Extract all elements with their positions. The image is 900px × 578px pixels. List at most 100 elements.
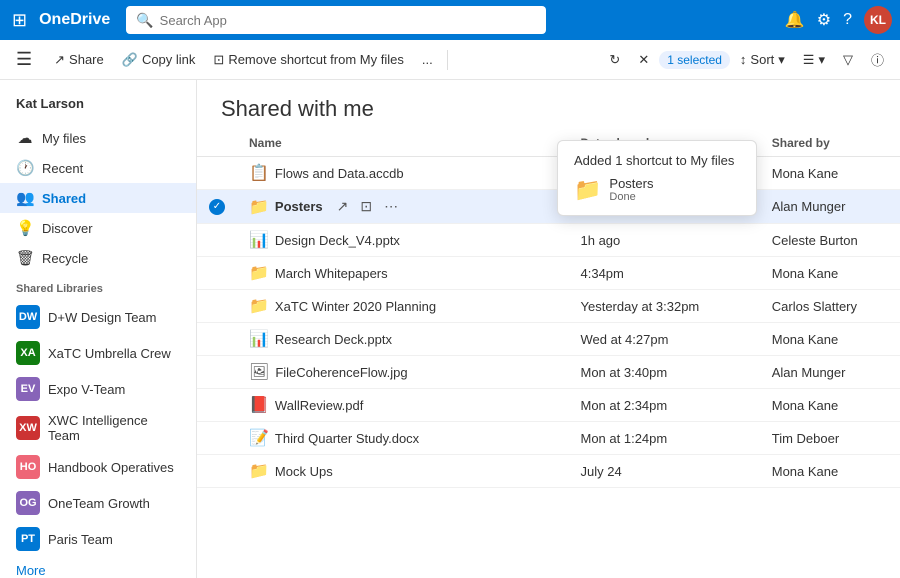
- sidebar-item-recycle[interactable]: 🗑 Recycle: [0, 243, 196, 273]
- row-shared-by: Celeste Burton: [760, 224, 900, 257]
- file-type-icon: 🖼: [249, 362, 269, 382]
- row-name-cell[interactable]: 🖼 FileCoherenceFlow.jpg: [237, 356, 569, 389]
- file-type-icon: 📁: [249, 197, 269, 217]
- sidebar-item-my-files[interactable]: ☁ My files: [0, 123, 196, 153]
- copy-link-button[interactable]: 🔗 Copy link: [114, 48, 204, 72]
- table-row[interactable]: 📕 WallReview.pdf Mon at 2:34pm Mona Kane: [197, 389, 900, 422]
- sidebar-item-og[interactable]: OG OneTeam Growth: [0, 485, 196, 521]
- row-name-cell[interactable]: 📊 Design Deck_V4.pptx: [237, 224, 569, 257]
- file-type-icon: 📋: [249, 163, 269, 183]
- row-name-cell[interactable]: 📕 WallReview.pdf: [237, 389, 569, 422]
- row-date: 1h ago: [569, 224, 760, 257]
- row-name-cell[interactable]: 📋 Flows and Data.accdb: [237, 157, 569, 190]
- bell-icon[interactable]: 🔔: [785, 10, 805, 30]
- avatar[interactable]: KL: [864, 6, 892, 34]
- file-table: Name Date shared ↓ Shared by 📋: [197, 130, 900, 488]
- row-checkbox-cell[interactable]: [197, 257, 237, 290]
- more-button[interactable]: ...: [414, 48, 441, 71]
- row-checkbox-cell[interactable]: ✓: [197, 190, 237, 224]
- delete-button[interactable]: ✕: [630, 48, 657, 72]
- sidebar: Kat Larson ☁ My files 🕐 Recent 👥 Shared …: [0, 80, 197, 578]
- row-checkbox-cell[interactable]: [197, 157, 237, 190]
- table-row[interactable]: 📊 Design Deck_V4.pptx 1h ago Celeste Bur…: [197, 224, 900, 257]
- share-button[interactable]: ↗ Share: [46, 48, 112, 72]
- search-input[interactable]: [160, 13, 537, 28]
- check-icon: ✓: [213, 201, 221, 212]
- more-link[interactable]: More: [0, 557, 196, 578]
- table-row[interactable]: 📝 Third Quarter Study.docx Mon at 1:24pm…: [197, 422, 900, 455]
- file-name: XaTC Winter 2020 Planning: [275, 299, 436, 314]
- row-actions: ↗ ⊡ ⋯: [333, 196, 402, 217]
- sidebar-item-discover[interactable]: 💡 Discover: [0, 213, 196, 243]
- search-bar[interactable]: 🔍: [126, 6, 546, 34]
- search-icon: 🔍: [136, 12, 153, 29]
- view-toggle-button[interactable]: ☰ ▾: [795, 48, 833, 72]
- checkbox-checked[interactable]: ✓: [209, 199, 225, 215]
- row-shared-by: Mona Kane: [760, 323, 900, 356]
- row-date: Wed at 4:27pm: [569, 323, 760, 356]
- row-date: Mon at 3:40pm: [569, 356, 760, 389]
- row-checkbox-cell[interactable]: [197, 224, 237, 257]
- table-row[interactable]: 📁 XaTC Winter 2020 Planning Yesterday at…: [197, 290, 900, 323]
- commandbar: ☰ ↗ Share 🔗 Copy link ⊡ Remove shortcut …: [0, 40, 900, 80]
- tooltip-item: 📁 Posters Done: [574, 176, 740, 203]
- row-name-cell[interactable]: 📁 March Whitepapers: [237, 257, 569, 290]
- lib-icon-ev: EV: [16, 377, 40, 401]
- sidebar-item-pt[interactable]: PT Paris Team: [0, 521, 196, 557]
- row-checkbox-cell[interactable]: [197, 323, 237, 356]
- row-shared-by: Mona Kane: [760, 455, 900, 488]
- file-type-icon: 📁: [249, 461, 269, 481]
- th-name[interactable]: Name: [237, 130, 569, 157]
- sidebar-item-xwc[interactable]: XW XWC Intelligence Team: [0, 407, 196, 449]
- row-checkbox-cell[interactable]: [197, 356, 237, 389]
- sort-icon: ↕: [740, 52, 747, 67]
- main-layout: Kat Larson ☁ My files 🕐 Recent 👥 Shared …: [0, 80, 900, 578]
- share-icon: ↗: [54, 52, 65, 68]
- lib-icon-og: OG: [16, 491, 40, 515]
- sidebar-item-dw[interactable]: DW D+W Design Team: [0, 299, 196, 335]
- remove-shortcut-button[interactable]: ⊡ Remove shortcut from My files: [205, 48, 411, 72]
- row-checkbox-cell[interactable]: [197, 290, 237, 323]
- row-name-cell[interactable]: 📊 Research Deck.pptx: [237, 323, 569, 356]
- file-type-icon: 📁: [249, 263, 269, 283]
- row-checkbox-cell[interactable]: [197, 422, 237, 455]
- lib-icon-pt: PT: [16, 527, 40, 551]
- settings-icon[interactable]: ⚙: [817, 10, 831, 30]
- lib-icon-dw: DW: [16, 305, 40, 329]
- sidebar-item-xatc[interactable]: XA XaTC Umbrella Crew: [0, 335, 196, 371]
- refresh-button[interactable]: ↻: [601, 48, 628, 72]
- row-shortcut-icon[interactable]: ⊡: [356, 196, 376, 217]
- table-row[interactable]: 📊 Research Deck.pptx Wed at 4:27pm Mona …: [197, 323, 900, 356]
- row-more-icon[interactable]: ⋯: [380, 196, 402, 217]
- filter-button[interactable]: ▽: [835, 48, 861, 72]
- help-icon[interactable]: ?: [843, 11, 852, 29]
- libraries-section-header: Shared Libraries: [0, 273, 196, 299]
- row-name-cell[interactable]: 📝 Third Quarter Study.docx: [237, 422, 569, 455]
- info-button[interactable]: ⓘ: [863, 46, 892, 73]
- row-checkbox-cell[interactable]: [197, 389, 237, 422]
- file-name: FileCoherenceFlow.jpg: [275, 365, 407, 380]
- row-name-cell[interactable]: 📁 XaTC Winter 2020 Planning: [237, 290, 569, 323]
- sidebar-item-recent[interactable]: 🕐 Recent: [0, 153, 196, 183]
- table-row[interactable]: 📁 March Whitepapers 4:34pm Mona Kane: [197, 257, 900, 290]
- th-checkbox: [197, 130, 237, 157]
- hamburger-icon[interactable]: ☰: [8, 45, 40, 74]
- apps-grid-icon[interactable]: ⊞: [8, 6, 31, 35]
- sort-button[interactable]: ↕ Sort ▾: [732, 48, 793, 72]
- refresh-icon: ↻: [609, 52, 620, 68]
- row-name-cell[interactable]: 📁 Mock Ups: [237, 455, 569, 488]
- topbar: ⊞ OneDrive 🔍 🔔 ⚙ ? KL: [0, 0, 900, 40]
- row-shared-by: Alan Munger: [760, 190, 900, 224]
- table-row[interactable]: 📁 Mock Ups July 24 Mona Kane: [197, 455, 900, 488]
- row-name-cell[interactable]: 📁 Posters ↗ ⊡ ⋯: [237, 190, 569, 224]
- sidebar-item-ev[interactable]: EV Expo V-Team: [0, 371, 196, 407]
- row-share-icon[interactable]: ↗: [333, 196, 353, 217]
- file-name: Design Deck_V4.pptx: [275, 233, 400, 248]
- table-row[interactable]: 🖼 FileCoherenceFlow.jpg Mon at 3:40pm Al…: [197, 356, 900, 389]
- table-row[interactable]: 📋 Flows and Data.accdb 4m ago Mona Kane: [197, 157, 900, 190]
- table-row[interactable]: ✓ 📁 Posters ↗ ⊡ ⋯ Mon at 4:08pm Alan Mun…: [197, 190, 900, 224]
- sidebar-item-ho[interactable]: HO Handbook Operatives: [0, 449, 196, 485]
- name-sort[interactable]: Name: [249, 136, 557, 150]
- sidebar-item-shared[interactable]: 👥 Shared: [0, 183, 196, 213]
- row-checkbox-cell[interactable]: [197, 455, 237, 488]
